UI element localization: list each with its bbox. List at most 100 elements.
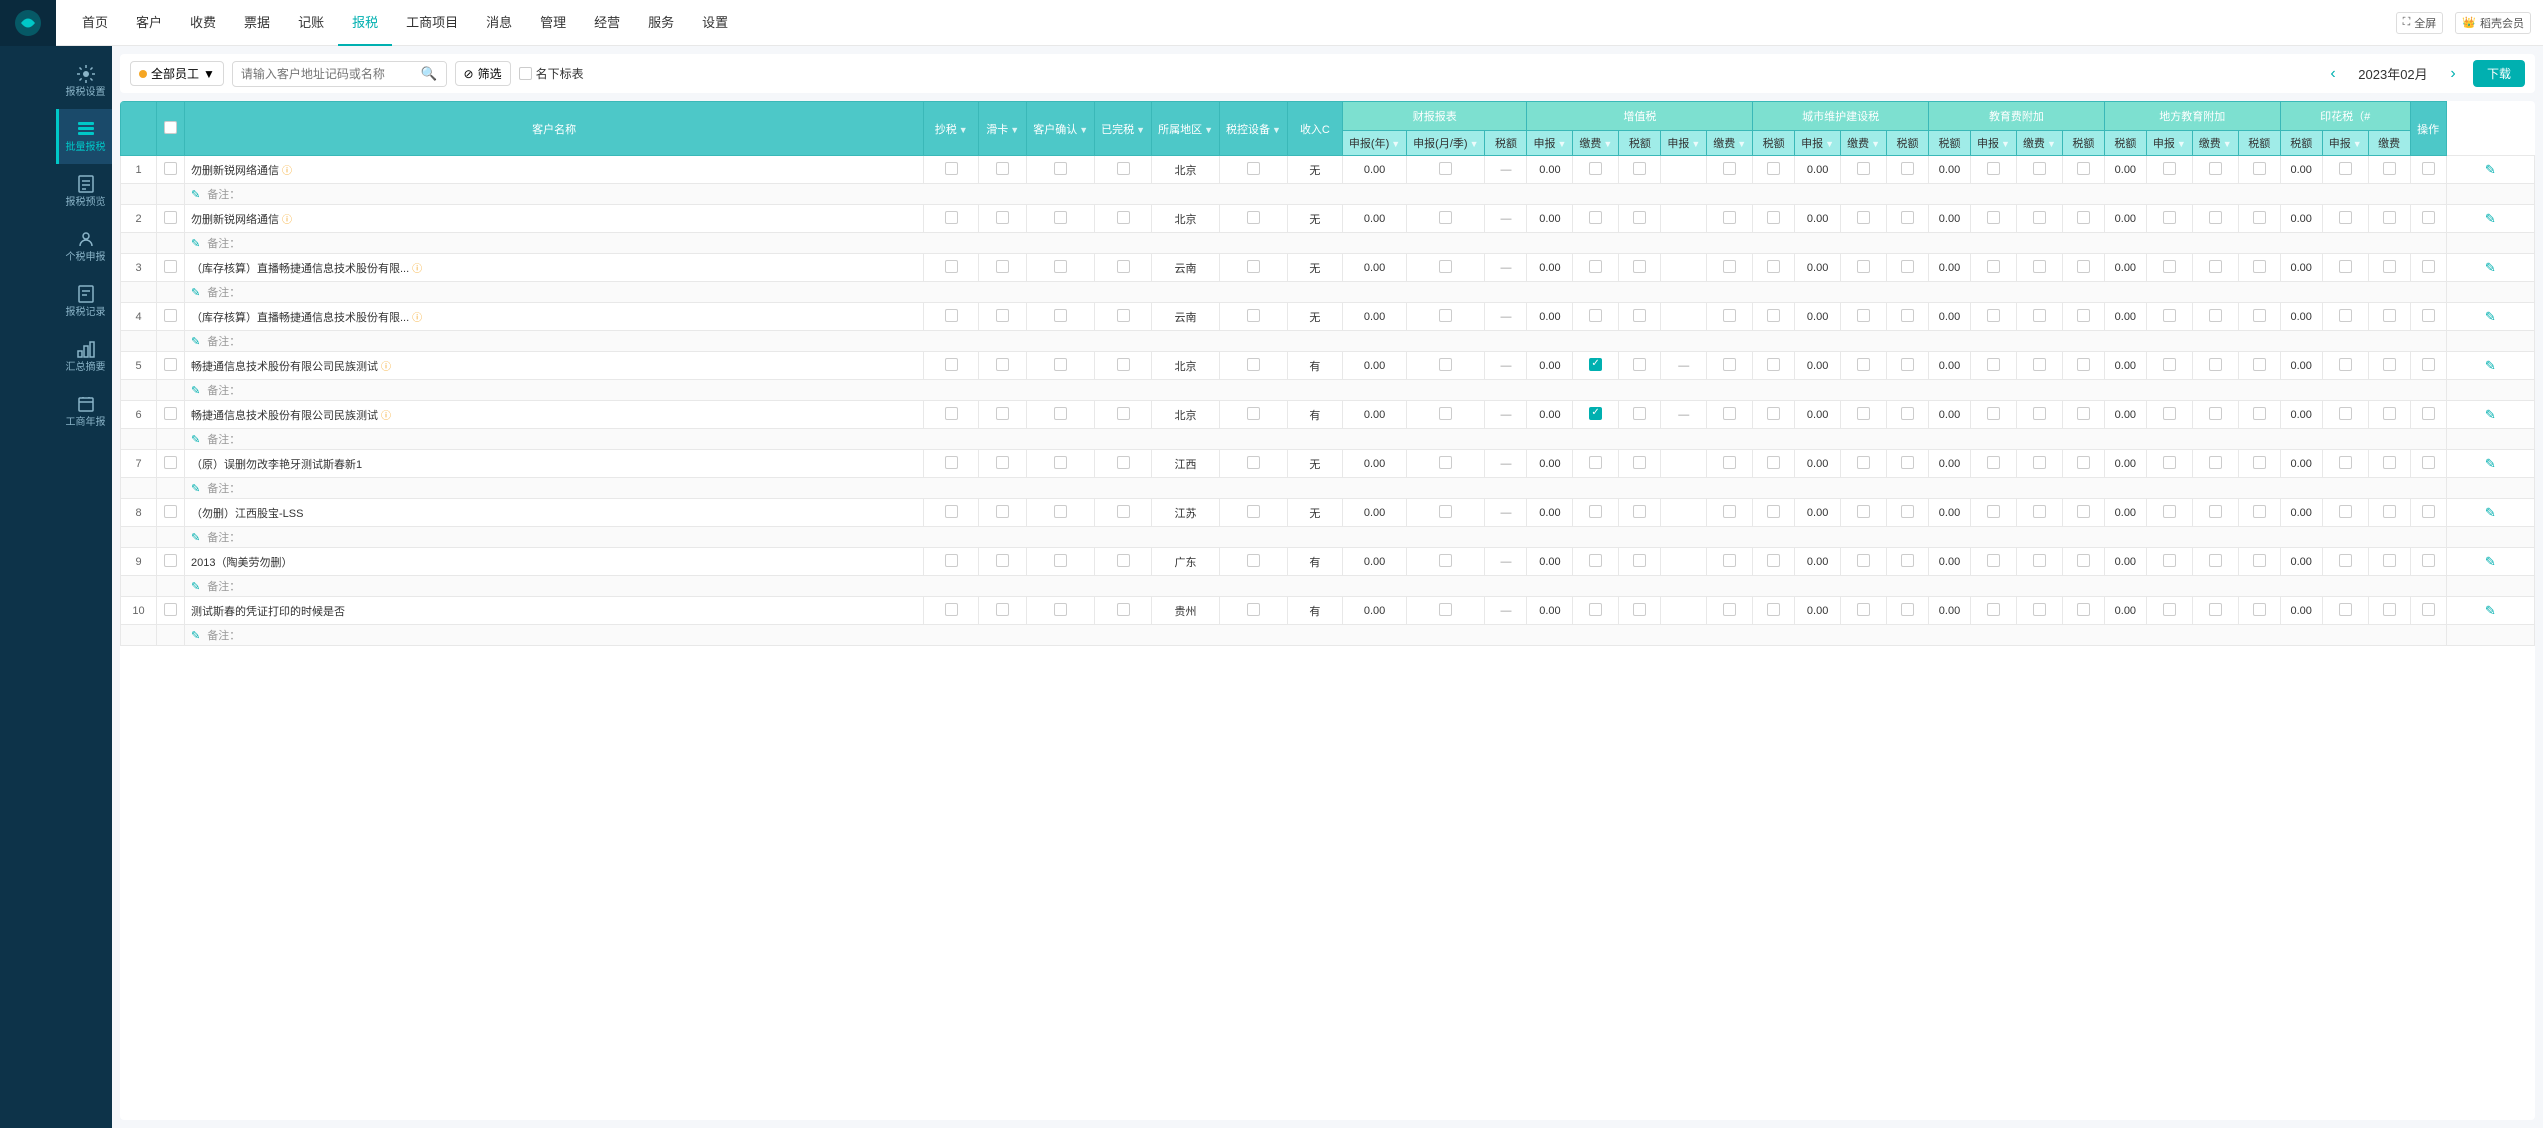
row-jiaoyu-cb1[interactable] — [1971, 303, 2017, 331]
row-zengjia-cb1[interactable] — [1573, 597, 1619, 625]
nav-tax[interactable]: 报税 — [338, 0, 392, 46]
row-confirm[interactable] — [1027, 254, 1095, 282]
row-zengjia-cb1[interactable] — [1573, 352, 1619, 380]
row-caiwu-cb1[interactable] — [1407, 303, 1485, 331]
row-confirm[interactable] — [1027, 205, 1095, 233]
row-taxnum[interactable] — [924, 205, 979, 233]
row-zengjia-cb1[interactable] — [1573, 450, 1619, 478]
row-yinhua-cb1[interactable] — [2322, 156, 2368, 184]
row-difang-cb3[interactable] — [2238, 499, 2280, 527]
row-difang-cb2[interactable] — [2192, 254, 2238, 282]
row-taxnum[interactable] — [924, 401, 979, 429]
row-chengshi-cb1[interactable] — [1841, 401, 1887, 429]
row-jiaoyu-cb3[interactable] — [2062, 352, 2104, 380]
row-zengjia-cb2[interactable] — [1619, 303, 1661, 331]
row-confirm[interactable] — [1027, 499, 1095, 527]
row-zengjia-cb3[interactable] — [1707, 450, 1753, 478]
row-zengjia-cb2[interactable] — [1619, 254, 1661, 282]
row-confirm[interactable] — [1027, 303, 1095, 331]
row-zengjia-cb1[interactable] — [1573, 401, 1619, 429]
row-jiaoyu-cb3[interactable] — [2062, 205, 2104, 233]
row-taxequip[interactable] — [1220, 254, 1288, 282]
row-difang-cb1[interactable] — [2146, 401, 2192, 429]
row-caiwu-cb1[interactable] — [1407, 254, 1485, 282]
row-caiwu-cb1[interactable] — [1407, 352, 1485, 380]
row-chengshi-cb1[interactable] — [1841, 254, 1887, 282]
row-yinhua-cb3[interactable] — [2410, 303, 2446, 331]
row-edit[interactable]: ✎ — [2446, 254, 2534, 282]
row-difang-cb1[interactable] — [2146, 254, 2192, 282]
row-chengshi-cb2[interactable] — [1887, 156, 1929, 184]
row-caiwu-cb1[interactable] — [1407, 401, 1485, 429]
row-difang-cb1[interactable] — [2146, 303, 2192, 331]
row-swipecard[interactable] — [979, 352, 1027, 380]
row-chengshi-cb2[interactable] — [1887, 450, 1929, 478]
row-zengjia-cb1[interactable] — [1573, 156, 1619, 184]
row-edit[interactable]: ✎ — [2446, 401, 2534, 429]
row-yinhua-cb3[interactable] — [2410, 352, 2446, 380]
row-difang-cb2[interactable] — [2192, 597, 2238, 625]
row-jiaoyu-cb1[interactable] — [1971, 352, 2017, 380]
row-zengjia-cb1[interactable] — [1573, 303, 1619, 331]
row-yinhua-cb1[interactable] — [2322, 352, 2368, 380]
row-yinhua-cb2[interactable] — [2368, 401, 2410, 429]
row-taxnum[interactable] — [924, 499, 979, 527]
row-jiaoyu-cb2[interactable] — [2016, 156, 2062, 184]
row-zengjia-cb1[interactable] — [1573, 499, 1619, 527]
row-zengjia-cb4[interactable] — [1753, 548, 1795, 576]
row-confirm[interactable] — [1027, 597, 1095, 625]
row-zengjia-cb4[interactable] — [1753, 205, 1795, 233]
row-zengjia-cb4[interactable] — [1753, 597, 1795, 625]
row-caiwu-cb1[interactable] — [1407, 450, 1485, 478]
row-jiaoyu-cb3[interactable] — [2062, 254, 2104, 282]
row-chengshi-cb2[interactable] — [1887, 303, 1929, 331]
row-zengjia-cb2[interactable] — [1619, 548, 1661, 576]
row-filed[interactable] — [1095, 499, 1152, 527]
row-difang-cb2[interactable] — [2192, 548, 2238, 576]
row-jiaoyu-cb3[interactable] — [2062, 597, 2104, 625]
row-zengjia-cb4[interactable] — [1753, 450, 1795, 478]
row-zengjia-cb1[interactable] — [1573, 205, 1619, 233]
row-yinhua-cb2[interactable] — [2368, 499, 2410, 527]
row-zengjia-cb3[interactable] — [1707, 597, 1753, 625]
row-swipecard[interactable] — [979, 499, 1027, 527]
row-difang-cb2[interactable] — [2192, 303, 2238, 331]
nav-home[interactable]: 首页 — [68, 0, 122, 46]
row-yinhua-cb1[interactable] — [2322, 205, 2368, 233]
row-yinhua-cb1[interactable] — [2322, 499, 2368, 527]
row-zengjia-cb3[interactable] — [1707, 401, 1753, 429]
row-filed[interactable] — [1095, 156, 1152, 184]
fullscreen-button[interactable]: ⛶ 全屏 — [2396, 12, 2444, 34]
row-zengjia-cb4[interactable] — [1753, 352, 1795, 380]
row-caiwu-cb1[interactable] — [1407, 156, 1485, 184]
sidebar-item-gesuishenbao[interactable]: 个税申报 — [56, 219, 112, 274]
row-yinhua-cb1[interactable] — [2322, 401, 2368, 429]
row-swipecard[interactable] — [979, 254, 1027, 282]
row-caiwu-cb1[interactable] — [1407, 205, 1485, 233]
row-chengshi-cb1[interactable] — [1841, 450, 1887, 478]
sidebar-item-baoshuiyuelan[interactable]: 报税预览 — [56, 164, 112, 219]
row-filed[interactable] — [1095, 450, 1152, 478]
row-zengjia-cb2[interactable] — [1619, 401, 1661, 429]
row-chengshi-cb1[interactable] — [1841, 597, 1887, 625]
row-jiaoyu-cb2[interactable] — [2016, 401, 2062, 429]
filter-button[interactable]: ⊘ 筛选 — [455, 61, 511, 86]
name-list-checkbox[interactable] — [519, 67, 532, 80]
row-edit[interactable]: ✎ — [2446, 499, 2534, 527]
row-swipecard[interactable] — [979, 156, 1027, 184]
row-jiaoyu-cb1[interactable] — [1971, 597, 2017, 625]
row-taxnum[interactable] — [924, 303, 979, 331]
row-zengjia-cb3[interactable] — [1707, 548, 1753, 576]
row-taxequip[interactable] — [1220, 401, 1288, 429]
row-difang-cb1[interactable] — [2146, 450, 2192, 478]
row-yinhua-cb3[interactable] — [2410, 205, 2446, 233]
row-swipecard[interactable] — [979, 597, 1027, 625]
row-taxequip[interactable] — [1220, 597, 1288, 625]
row-checkbox[interactable] — [157, 450, 185, 478]
row-difang-cb3[interactable] — [2238, 156, 2280, 184]
row-filed[interactable] — [1095, 254, 1152, 282]
row-difang-cb1[interactable] — [2146, 205, 2192, 233]
row-swipecard[interactable] — [979, 205, 1027, 233]
row-jiaoyu-cb1[interactable] — [1971, 499, 2017, 527]
row-taxequip[interactable] — [1220, 450, 1288, 478]
